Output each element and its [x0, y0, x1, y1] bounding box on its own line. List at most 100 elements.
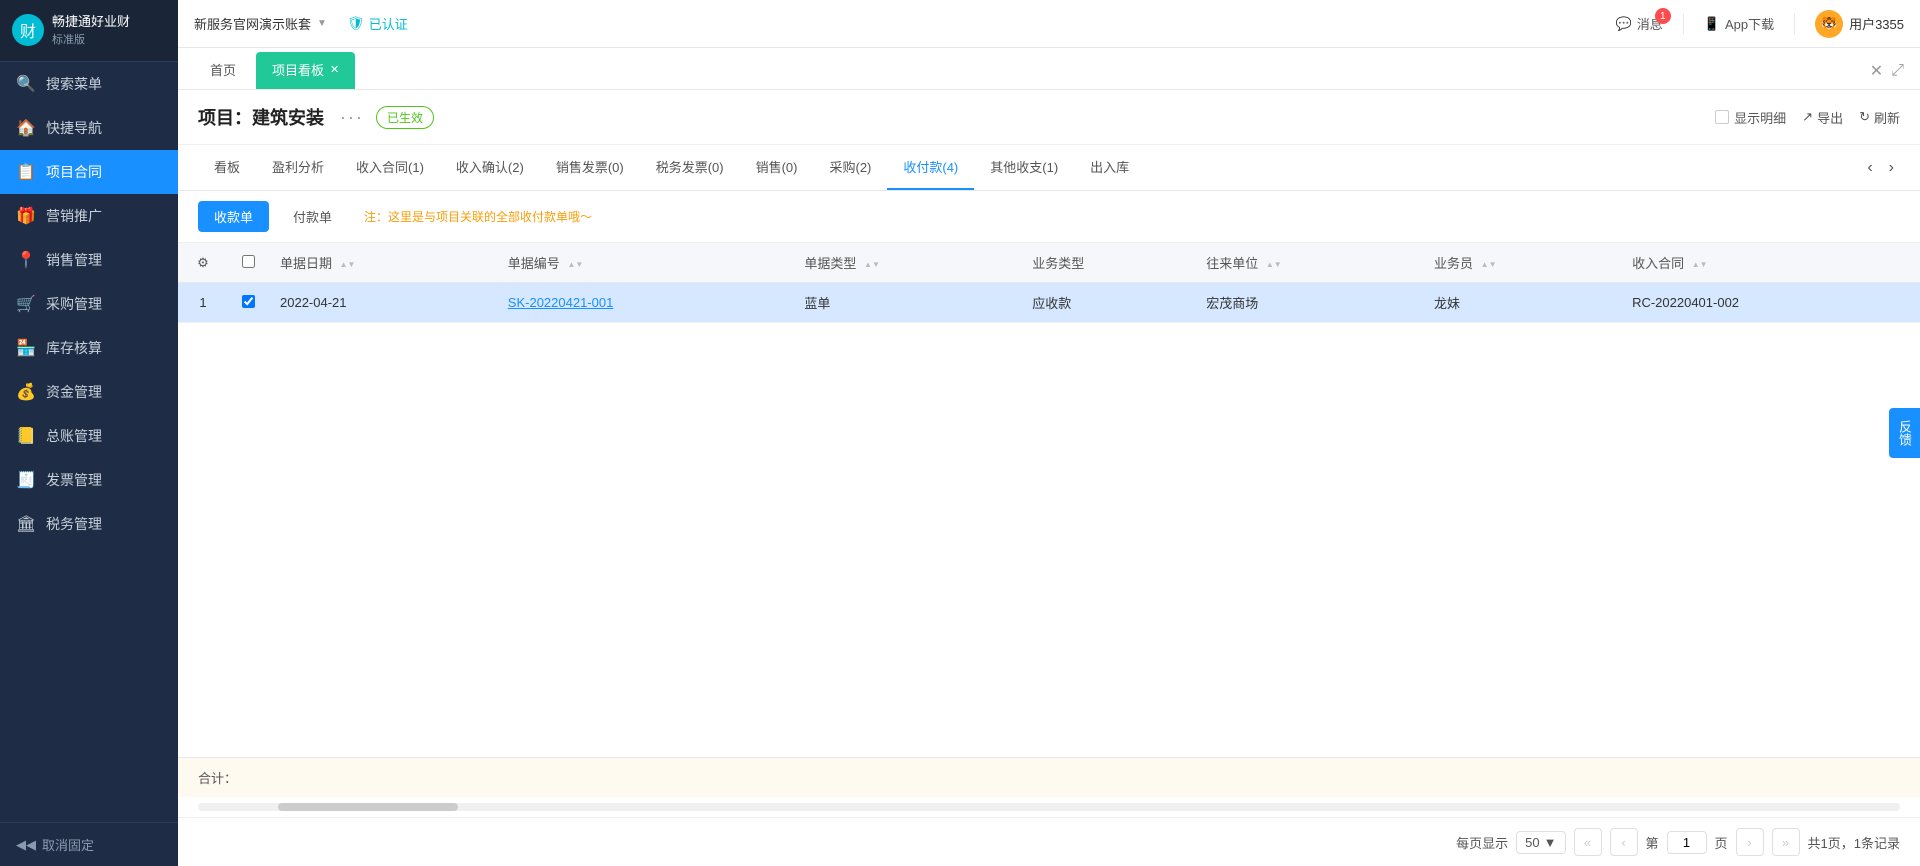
message-badge: 1 [1655, 8, 1671, 24]
per-page-value: 50 [1525, 835, 1539, 850]
sidebar-item-sales[interactable]: 📍 销售管理 [0, 238, 178, 282]
show-detail-checkbox-box[interactable] [1715, 110, 1729, 124]
sub-tab-receipt[interactable]: 收付款(4) [887, 145, 974, 190]
th-date[interactable]: 单据日期 ▲▼ [268, 243, 496, 283]
main-area: 新服务官网演示账套 ▼ 🛡 已认证 💬 消息 1 📱 App下载 🐯 用 [178, 0, 1920, 866]
td-checkbox[interactable] [228, 283, 268, 323]
sub-tab-sales[interactable]: 销售(0) [740, 145, 814, 190]
th-partner[interactable]: 往来单位 ▲▼ [1194, 243, 1422, 283]
tab-home[interactable]: 首页 [194, 52, 252, 89]
sub-tab-purchase[interactable]: 采购(2) [813, 145, 887, 190]
sub-tab-prev-button[interactable]: ‹ [1861, 153, 1878, 183]
app-download-button[interactable]: 📱 App下载 [1704, 14, 1774, 33]
type-sort-icon[interactable]: ▲▼ [864, 261, 880, 269]
sub-tab-income-confirm[interactable]: 收入确认(2) [440, 145, 540, 190]
message-button[interactable]: 💬 消息 1 [1616, 14, 1663, 33]
table-header-row: ⚙ 单据日期 ▲▼ 单据编号 ▲▼ [178, 243, 1920, 283]
sub-tabs: 看板 盈利分析 收入合同(1) 收入确认(2) 销售发票(0) 税务发票(0) … [178, 145, 1920, 191]
number-sort-icon[interactable]: ▲▼ [567, 261, 583, 269]
inner-tab-receipt-order[interactable]: 收款单 [198, 201, 269, 232]
sub-tab-next-button[interactable]: › [1883, 153, 1900, 183]
sub-tab-other-expense[interactable]: 其他收支(1) [974, 145, 1074, 190]
td-number[interactable]: SK-20220421-001 [496, 283, 793, 323]
sidebar-item-quick-nav[interactable]: 🏠 快捷导航 [0, 106, 178, 150]
account-dropdown-arrow: ▼ [317, 18, 327, 29]
refresh-button[interactable]: ↻ 刷新 [1859, 108, 1900, 127]
partner-sort-icon[interactable]: ▲▼ [1266, 261, 1282, 269]
sidebar-item-label-purchase: 采购管理 [46, 294, 102, 314]
sidebar-item-label-tax: 税务管理 [46, 514, 102, 534]
search-icon: 🔍 [16, 74, 36, 94]
sidebar-item-purchase[interactable]: 🛒 采购管理 [0, 282, 178, 326]
sub-tab-income-confirm-label: 收入确认(2) [456, 160, 524, 175]
sub-tab-sales-invoice[interactable]: 销售发票(0) [540, 145, 640, 190]
th-number[interactable]: 单据编号 ▲▼ [496, 243, 793, 283]
horizontal-scrollbar-thumb[interactable] [278, 803, 458, 811]
pagination-page-input[interactable] [1667, 831, 1707, 854]
pagination-last-button[interactable]: » [1772, 828, 1800, 856]
th-type[interactable]: 单据类型 ▲▼ [792, 243, 1020, 283]
td-num: 1 [178, 283, 228, 323]
sub-tab-tax-invoice[interactable]: 税务发票(0) [640, 145, 740, 190]
sidebar-item-fund[interactable]: 💰 资金管理 [0, 370, 178, 414]
th-biz-type: 业务类型 [1020, 243, 1194, 283]
account-selector[interactable]: 新服务官网演示账套 ▼ [194, 14, 327, 33]
td-type: 蓝单 [792, 283, 1020, 323]
pagination-page-label: 第 [1646, 833, 1659, 852]
feedback-button[interactable]: 反馈 [1889, 408, 1920, 458]
inner-tab-payment-order[interactable]: 付款单 [277, 201, 348, 232]
sidebar-item-ledger[interactable]: 📒 总账管理 [0, 414, 178, 458]
table-row[interactable]: 1 2022-04-21 SK-20220421-001 蓝单 应收款 宏茂商场… [178, 283, 1920, 323]
sub-tab-profit[interactable]: 盈利分析 [256, 145, 340, 190]
sidebar-item-label-marketing: 营销推广 [46, 206, 102, 226]
date-sort-icon[interactable]: ▲▼ [340, 261, 356, 269]
sidebar-item-inventory[interactable]: 🏪 库存核算 [0, 326, 178, 370]
row-checkbox[interactable] [242, 295, 255, 308]
sub-tab-kanban[interactable]: 看板 [198, 145, 256, 190]
select-all-checkbox[interactable] [242, 255, 255, 268]
project-more-button[interactable]: ··· [340, 107, 364, 128]
sub-tab-profit-label: 盈利分析 [272, 160, 324, 175]
sidebar-item-label-ledger: 总账管理 [46, 426, 102, 446]
sidebar-item-search[interactable]: 🔍 搜索菜单 [0, 62, 178, 106]
window-close-button[interactable]: ✕ [1870, 61, 1883, 81]
td-biz-type: 应收款 [1020, 283, 1194, 323]
per-page-label: 每页显示 [1456, 833, 1508, 852]
invoice-icon: 🧾 [16, 470, 36, 490]
receipt-number-link[interactable]: SK-20220421-001 [508, 295, 614, 310]
th-salesman[interactable]: 业务员 ▲▼ [1422, 243, 1620, 283]
sidebar-unpin-icon: ◀◀ [16, 837, 36, 853]
sub-tab-income-contract-label: 收入合同(1) [356, 160, 424, 175]
sub-tab-nav: ‹ › [1861, 153, 1900, 183]
project-name: 建筑安装 [252, 104, 324, 130]
topbar-divider-2 [1794, 14, 1795, 34]
sidebar-item-invoice[interactable]: 🧾 发票管理 [0, 458, 178, 502]
pagination-first-button[interactable]: « [1574, 828, 1602, 856]
tab-close-icon[interactable]: ✕ [330, 63, 339, 76]
sidebar-item-tax[interactable]: 🏛 税务管理 [0, 502, 178, 546]
sub-tab-income-contract[interactable]: 收入合同(1) [340, 145, 440, 190]
th-checkbox[interactable] [228, 243, 268, 283]
sub-tab-inout-storage[interactable]: 出入库 [1074, 145, 1145, 190]
salesman-sort-icon[interactable]: ▲▼ [1481, 261, 1497, 269]
sidebar-item-project-contract[interactable]: 📋 项目合同 [0, 150, 178, 194]
sidebar-unpin-label: 取消固定 [42, 835, 94, 854]
sidebar-unpin-button[interactable]: ◀◀ 取消固定 [0, 822, 178, 866]
content-area: 项目： 建筑安装 ··· 已生效 显示明细 ↗ 导出 ↻ 刷新 [178, 90, 1920, 866]
th-settings[interactable]: ⚙ [178, 243, 228, 283]
th-income-contract[interactable]: 收入合同 ▲▼ [1620, 243, 1920, 283]
pagination-next-button[interactable]: › [1736, 828, 1764, 856]
settings-icon[interactable]: ⚙ [197, 255, 209, 270]
window-maximize-button[interactable]: ⤢ [1891, 62, 1904, 80]
user-button[interactable]: 🐯 用户3355 [1815, 10, 1904, 38]
horizontal-scrollbar-track[interactable] [198, 803, 1900, 811]
sidebar-item-marketing[interactable]: 🎁 营销推广 [0, 194, 178, 238]
avatar: 🐯 [1815, 10, 1843, 38]
export-button[interactable]: ↗ 导出 [1802, 108, 1843, 127]
income-contract-sort-icon[interactable]: ▲▼ [1692, 261, 1708, 269]
tab-project-board[interactable]: 项目看板 ✕ [256, 52, 355, 89]
per-page-select[interactable]: 50 ▼ [1516, 831, 1565, 854]
show-detail-checkbox[interactable]: 显示明细 [1715, 108, 1786, 127]
pagination-prev-button[interactable]: ‹ [1610, 828, 1638, 856]
inner-tab-hint: 注：这里是与项目关联的全部收付款单哦～ [364, 208, 592, 225]
